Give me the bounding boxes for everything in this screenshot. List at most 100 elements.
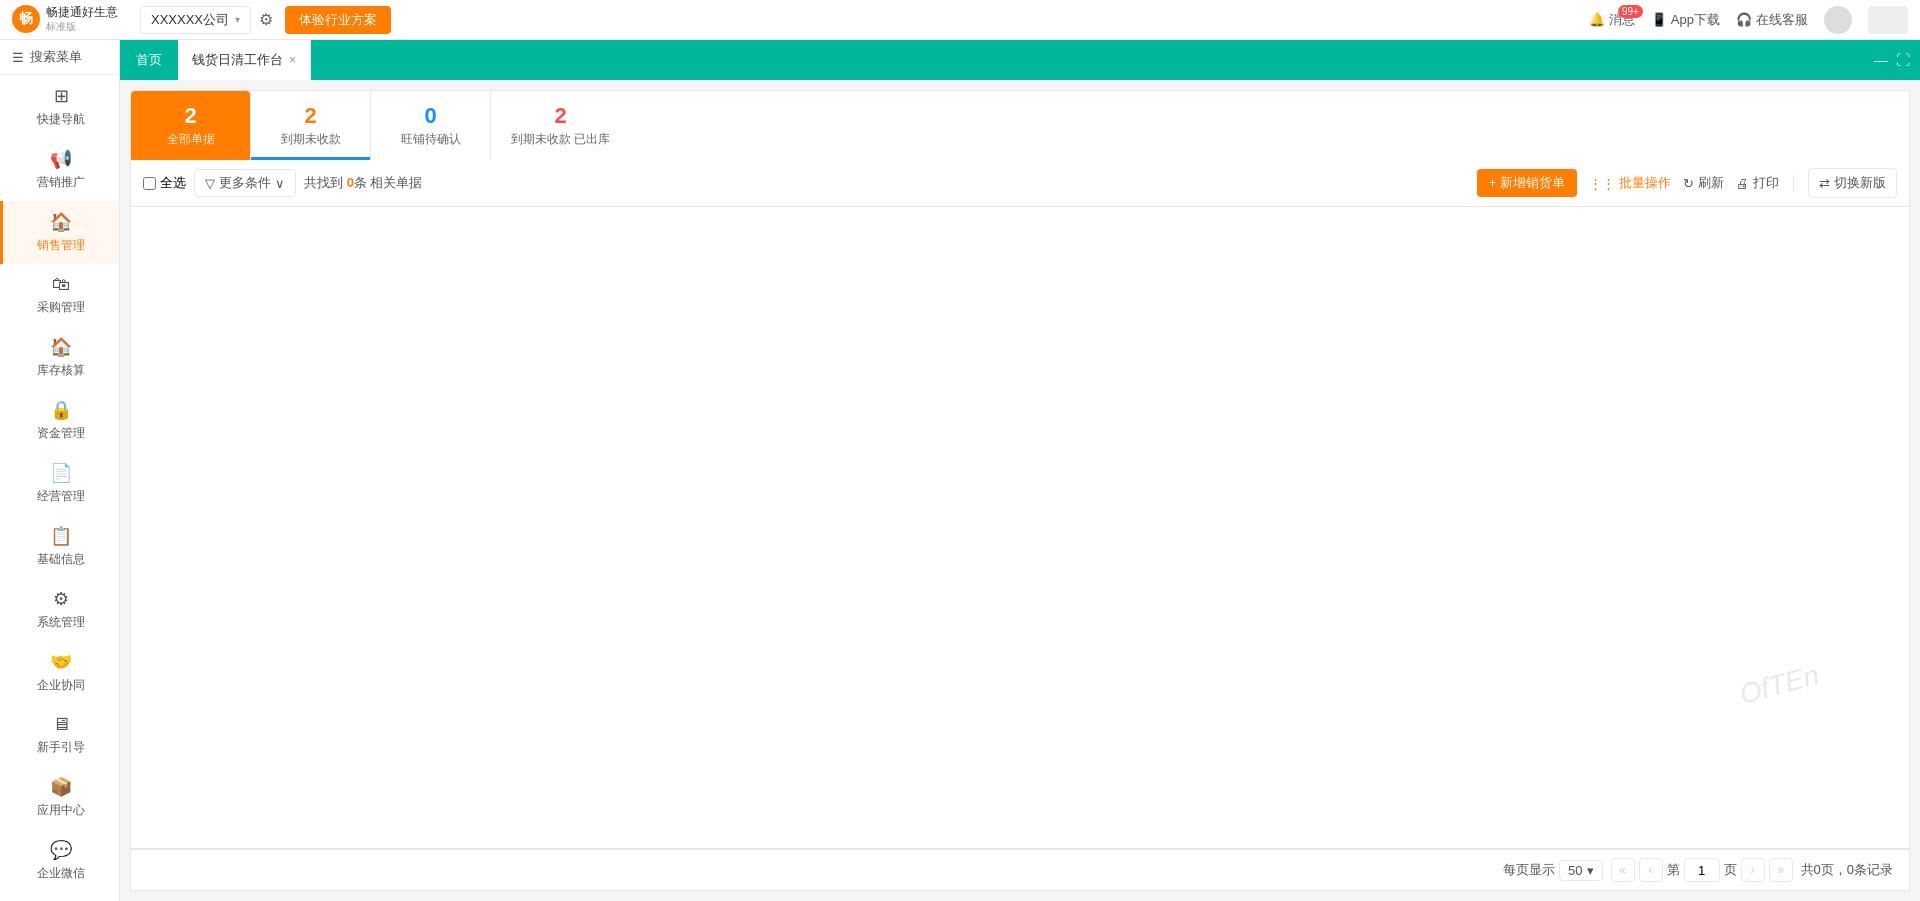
select-all-label: 全选 [160,174,186,192]
filter-icon: ▽ [205,176,215,191]
print-btn[interactable]: 🖨 打印 [1736,174,1779,192]
next-page-btn[interactable]: › [1741,858,1765,882]
stat-number-pending: 0 [424,103,436,129]
select-all-checkbox[interactable]: 全选 [143,174,186,192]
batch-icon: ⋮⋮ [1589,176,1615,191]
operation-icon: 📄 [50,462,72,484]
search-icon: ☰ [12,50,24,65]
pagination-bar: 每页显示 50 ▾ « ‹ 第 页 › » [130,849,1910,891]
minimize-btn[interactable]: — [1874,52,1888,68]
first-page-btn[interactable]: « [1611,858,1635,882]
sidebar-item-appstore[interactable]: 📦 应用中心 [0,766,119,829]
maximize-btn[interactable]: ⛶ [1896,52,1910,68]
basic-icon: 📋 [50,525,72,547]
switch-btn[interactable]: ⇄ 切换新版 [1808,168,1897,198]
sidebar-label-quick-nav: 快捷导航 [37,111,85,128]
headset-icon: 🎧 [1736,12,1752,27]
search-menu-label: 搜索菜单 [30,48,82,66]
sales-icon: 🏠 [50,211,72,233]
table-area: OfTEn [130,207,1910,849]
app-subtitle: 标准版 [46,20,118,34]
print-icon: 🖨 [1736,176,1749,191]
sidebar-label-basic: 基础信息 [37,551,85,568]
found-count: 0 [347,175,354,190]
company-name: XXXXXX公司 [151,11,229,29]
content-area: 首页 钱货日清工作台 × — ⛶ 2 全部单据 [120,40,1920,901]
bell-icon: 🔔 [1589,12,1605,27]
messages-badge: 99+ [1618,5,1643,18]
sidebar-item-quick-nav[interactable]: ⊞ 快捷导航 [0,75,119,138]
sidebar-label-marketing: 营销推广 [37,174,85,191]
filter-label: 更多条件 [219,174,271,192]
search-menu-btn[interactable]: ☰ 搜索菜单 [0,40,119,75]
grid-icon: ⊞ [54,85,69,107]
refresh-btn[interactable]: ↻ 刷新 [1683,174,1724,192]
settings-button[interactable]: ⚙ [259,10,273,29]
sidebar-item-finance[interactable]: 🔒 资金管理 [0,389,119,452]
sidebar-item-sales[interactable]: 🏠 销售管理 [0,201,119,264]
avatar[interactable] [1824,6,1852,34]
stat-label-pending: 旺铺待确认 [401,131,461,148]
cooperation-icon: 🤝 [50,651,72,673]
sidebar-label-operation: 经营管理 [37,488,85,505]
chevron-icon: ∨ [275,176,285,191]
wechat-icon: 💬 [50,839,72,861]
sidebar-item-guide[interactable]: 🖥 新手引导 [0,704,119,766]
sidebar-label-wechat: 企业微信 [37,865,85,882]
tab-close-btn[interactable]: × [289,54,296,66]
last-page-btn[interactable]: » [1769,858,1793,882]
sidebar-label-finance: 资金管理 [37,425,85,442]
sidebar-item-basic[interactable]: 📋 基础信息 [0,515,119,578]
online-service-btn[interactable]: 🎧 在线客服 [1736,11,1808,29]
sidebar-item-cooperation[interactable]: 🤝 企业协同 [0,641,119,704]
prev-page-btn[interactable]: ‹ [1639,858,1663,882]
select-all-input[interactable] [143,177,156,190]
system-icon: ⚙ [53,588,69,610]
messages-btn[interactable]: 🔔 消息 99+ [1589,11,1635,29]
filter-btn[interactable]: ▽ 更多条件 ∨ [194,169,296,197]
stat-card-all[interactable]: 2 全部单据 [131,91,251,160]
page-content: 2 全部单据 2 到期未收款 0 旺铺待确认 2 到期未收款 已出库 [120,80,1920,901]
sidebar-item-member[interactable]: V 畅会员 [0,892,119,901]
sidebar-item-purchase[interactable]: 🛍 采购管理 [0,264,119,326]
toolbar-right: + 新增销货单 ⋮⋮ 批量操作 ↻ 刷新 🖨 打印 [1477,168,1897,198]
experience-btn[interactable]: 体验行业方案 [285,6,391,34]
per-page-label: 每页显示 [1503,861,1555,879]
tab-home[interactable]: 首页 [120,40,178,80]
sidebar-label-cooperation: 企业协同 [37,677,85,694]
app-download-btn[interactable]: 📱 App下载 [1651,11,1720,29]
tab-current[interactable]: 钱货日清工作台 × [178,40,311,80]
page-size-value: 50 [1568,863,1582,878]
sidebar-item-marketing[interactable]: 📢 营销推广 [0,138,119,201]
app-download-label: App下载 [1671,11,1720,29]
sidebar-label-purchase: 采购管理 [37,299,85,316]
batch-btn[interactable]: ⋮⋮ 批量操作 [1589,174,1671,192]
sidebar-item-system[interactable]: ⚙ 系统管理 [0,578,119,641]
stat-card-pending[interactable]: 0 旺铺待确认 [371,91,491,160]
page-size-box[interactable]: 50 ▾ [1559,860,1602,881]
stat-number-all: 2 [184,103,196,129]
page-input[interactable] [1684,858,1720,882]
new-order-btn[interactable]: + 新增销货单 [1477,169,1577,197]
guide-icon: 🖥 [52,714,70,735]
user-info[interactable] [1868,6,1908,34]
phone-icon: 📱 [1651,12,1667,27]
company-selector[interactable]: XXXXXX公司 ▾ [140,6,251,34]
main-layout: ☰ 搜索菜单 ⊞ 快捷导航 📢 营销推广 🏠 销售管理 🛍 采购管理 🏠 库存核… [0,40,1920,901]
top-bar: 畅 畅捷通好生意 标准版 XXXXXX公司 ▾ ⚙ 体验行业方案 🔔 消息 99… [0,0,1920,40]
marketing-icon: 📢 [50,148,72,170]
page-size-chevron: ▾ [1587,863,1594,878]
batch-label: 批量操作 [1619,174,1671,192]
sidebar-item-operation[interactable]: 📄 经营管理 [0,452,119,515]
stat-label-all: 全部单据 [167,131,215,148]
sidebar-item-inventory[interactable]: 🏠 库存核算 [0,326,119,389]
chevron-down-icon: ▾ [235,14,240,25]
watermark: OfTEn [1736,659,1822,711]
page-nav: « ‹ 第 页 › » [1611,858,1793,882]
refresh-label: 刷新 [1698,174,1724,192]
tab-bar-actions: — ⛶ [1864,52,1920,68]
sidebar-item-wechat[interactable]: 💬 企业微信 [0,829,119,892]
stat-card-shipped[interactable]: 2 到期未收款 已出库 [491,91,630,160]
stat-card-overdue[interactable]: 2 到期未收款 [251,91,371,160]
stat-label-overdue: 到期未收款 [281,131,341,148]
